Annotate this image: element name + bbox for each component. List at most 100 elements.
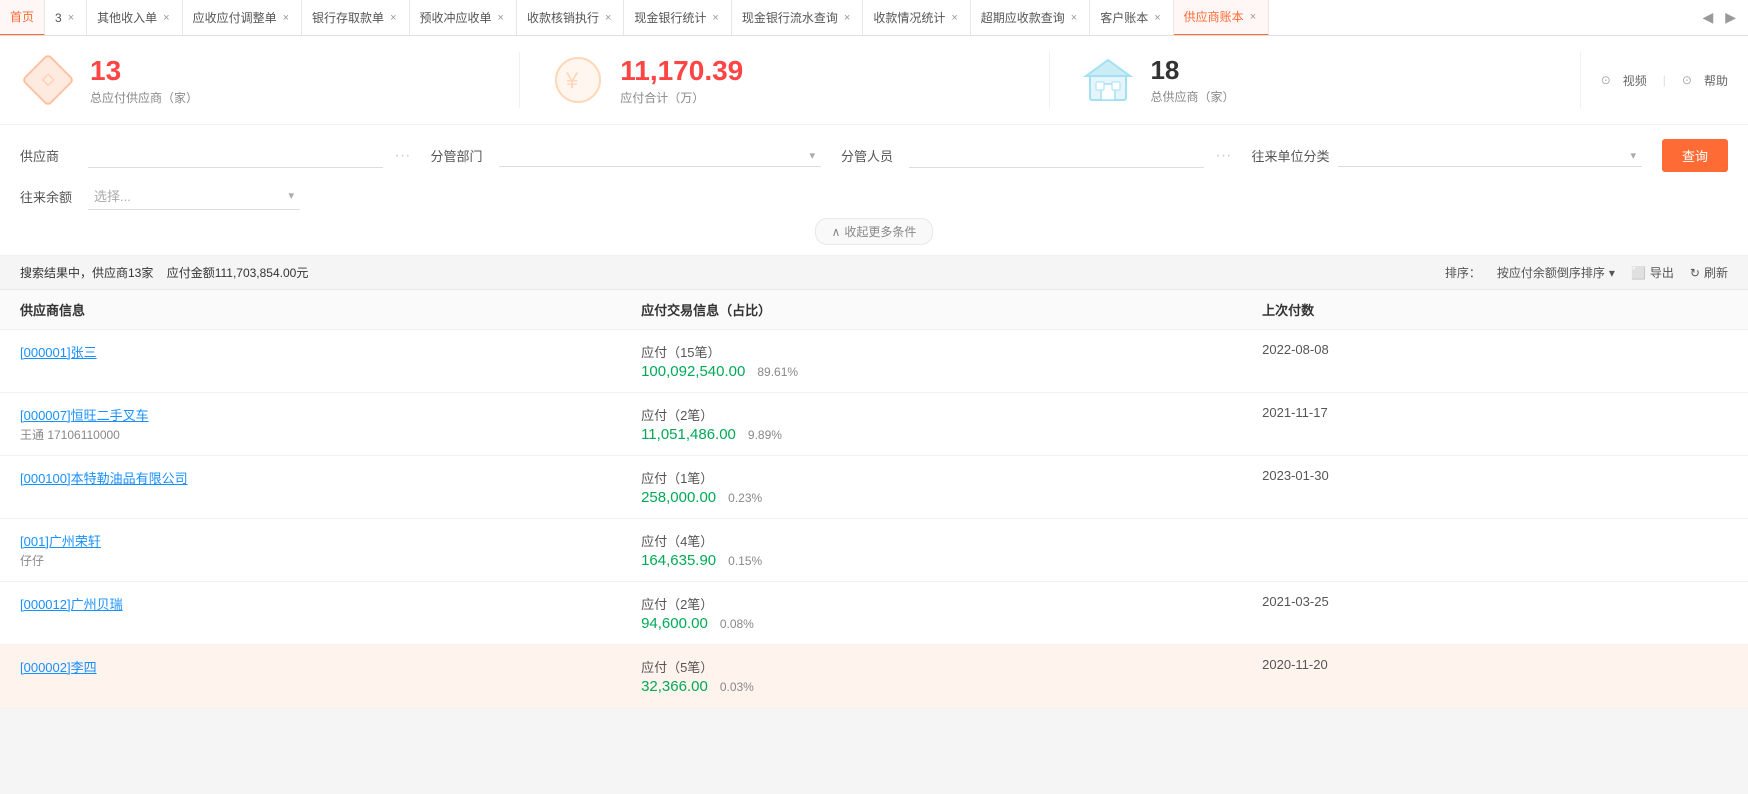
nav-tab-collection-verify[interactable]: 收款核销执行 × bbox=[517, 0, 624, 36]
close-icon[interactable]: × bbox=[281, 10, 291, 26]
supplier-link[interactable]: [000012]广州贝瑞 bbox=[20, 594, 641, 613]
close-icon[interactable]: × bbox=[496, 10, 506, 26]
pay-pct: 9.89% bbox=[748, 428, 782, 442]
person-input[interactable] bbox=[909, 144, 1204, 168]
nav-tab-cash-bank-flow[interactable]: 现金银行流水查询 × bbox=[732, 0, 863, 36]
last-pay-cell: 2022-08-08 bbox=[1262, 342, 1728, 357]
nav-tab-other-income[interactable]: 其他收入单 × bbox=[87, 0, 182, 36]
pay-amount[interactable]: 100,092,540.00 bbox=[641, 363, 745, 380]
table-row: [000100]本特勒油品有限公司 应付（1笔） 258,000.00 0.23… bbox=[0, 456, 1748, 519]
nav-tab-advance-collect-label: 预收冲应收单 bbox=[420, 9, 492, 26]
stat-total-info: 18 总供应商（家） bbox=[1150, 55, 1234, 105]
nav-left-arrow[interactable]: ◀ bbox=[1696, 5, 1719, 30]
filter-category: 往来单位分类 ▾ bbox=[1252, 145, 1643, 167]
close-icon[interactable]: × bbox=[603, 10, 613, 26]
refresh-icon: ↻ bbox=[1690, 266, 1700, 280]
table-row: [000002]李四 应付（5笔） 32,366.00 0.03% 2020-1… bbox=[0, 645, 1748, 708]
close-icon[interactable]: × bbox=[710, 10, 720, 26]
pay-info-cell: 应付（2笔） 94,600.00 0.08% bbox=[641, 594, 1262, 632]
export-icon: ⬜ bbox=[1631, 266, 1646, 280]
pay-amount[interactable]: 94,600.00 bbox=[641, 615, 708, 632]
pay-pct: 0.15% bbox=[728, 554, 762, 568]
pay-info-cell: 应付（15笔） 100,092,540.00 89.61% bbox=[641, 342, 1262, 380]
close-icon[interactable]: × bbox=[66, 10, 76, 26]
stats-header: ◇ 13 总应付供应商（家） ¥ 11,170.39 应付合计（万） bbox=[0, 36, 1748, 125]
nav-tab-ap-adjust[interactable]: 应收应付调整单 × bbox=[183, 0, 302, 36]
pay-amount[interactable]: 164,635.90 bbox=[641, 552, 716, 569]
video-link[interactable]: 视频 bbox=[1623, 72, 1647, 89]
close-icon[interactable]: × bbox=[1248, 9, 1258, 25]
nav-tab-bank-deposit[interactable]: 银行存取款单 × bbox=[302, 0, 409, 36]
close-icon[interactable]: × bbox=[1152, 10, 1162, 26]
pay-amount[interactable]: 258,000.00 bbox=[641, 489, 716, 506]
filter-person: 分管人员 ··· bbox=[841, 144, 1232, 168]
table-row: [000012]广州贝瑞 应付（2笔） 94,600.00 0.08% 2021… bbox=[0, 582, 1748, 645]
nav-tab-customer-account[interactable]: 客户账本 × bbox=[1090, 0, 1173, 36]
nav-tab-cash-bank-stats[interactable]: 现金银行统计 × bbox=[624, 0, 731, 36]
pay-label: 应付（15笔） bbox=[641, 342, 1262, 361]
nav-tab-advance-collect[interactable]: 预收冲应收单 × bbox=[410, 0, 517, 36]
export-label: 导出 bbox=[1650, 264, 1674, 281]
pay-info-cell: 应付（5笔） 32,366.00 0.03% bbox=[641, 657, 1262, 695]
supplier-link[interactable]: [000007]恒旺二手叉车 bbox=[20, 405, 641, 424]
stat-total-label: 总供应商（家） bbox=[1150, 88, 1234, 105]
last-pay-date: 2020-11-20 bbox=[1262, 657, 1328, 672]
result-text2: 应付金额111,703,854.00元 bbox=[167, 266, 309, 280]
pay-amount[interactable]: 32,366.00 bbox=[641, 678, 708, 695]
pay-label: 应付（2笔） bbox=[641, 405, 1262, 424]
supplier-link[interactable]: [000002]李四 bbox=[20, 657, 641, 676]
result-text1: 搜索结果中，供应商13家 bbox=[20, 266, 153, 280]
top-navigation: 首页 3 × 其他收入单 × 应收应付调整单 × 银行存取款单 × 预收冲应收单… bbox=[0, 0, 1748, 36]
help-link[interactable]: 帮助 bbox=[1704, 72, 1728, 89]
close-icon[interactable]: × bbox=[842, 10, 852, 26]
sort-value: 按应付余额倒序排序 bbox=[1497, 264, 1605, 281]
filter-row-1: 供应商 ··· 分管部门 ▾ 分管人员 ··· 往来单位分类 ▾ 查询 bbox=[20, 139, 1728, 172]
nav-right-arrow[interactable]: ▶ bbox=[1719, 5, 1742, 30]
last-pay-date: 2023-01-30 bbox=[1262, 468, 1329, 483]
supplier-info-cell: [000007]恒旺二手叉车 王通 17106110000 bbox=[20, 405, 641, 443]
balance-select-text: 选择... bbox=[94, 186, 288, 205]
close-icon[interactable]: × bbox=[161, 10, 171, 26]
supplier-link[interactable]: [000001]张三 bbox=[20, 342, 641, 361]
sort-select[interactable]: 按应付余额倒序排序 ▾ bbox=[1497, 264, 1615, 281]
person-more-icon[interactable]: ··· bbox=[1216, 147, 1232, 165]
nav-tab-bank-deposit-label: 银行存取款单 bbox=[312, 9, 384, 26]
supplier-more-icon[interactable]: ··· bbox=[395, 147, 411, 165]
nav-tab-collection-stats[interactable]: 收款情况统计 × bbox=[863, 0, 970, 36]
close-icon[interactable]: × bbox=[388, 10, 398, 26]
supplier-link[interactable]: [000100]本特勒油品有限公司 bbox=[20, 468, 641, 487]
dept-filter-label: 分管部门 bbox=[431, 146, 491, 165]
nav-tab-3[interactable]: 3 × bbox=[45, 0, 87, 36]
last-pay-cell: 2020-11-20 bbox=[1262, 657, 1728, 672]
last-pay-cell: 2021-11-17 bbox=[1262, 405, 1728, 420]
nav-tab-collection-verify-label: 收款核销执行 bbox=[527, 9, 599, 26]
pay-info-cell: 应付（2笔） 11,051,486.00 9.89% bbox=[641, 405, 1262, 443]
nav-tab-cash-bank-stats-label: 现金银行统计 bbox=[634, 9, 706, 26]
supplier-input[interactable] bbox=[88, 144, 383, 168]
nav-tab-home[interactable]: 首页 bbox=[0, 0, 45, 36]
col-header-supplier: 供应商信息 bbox=[20, 300, 641, 319]
balance-select[interactable]: 选择... ▾ bbox=[88, 182, 300, 210]
category-select[interactable]: ▾ bbox=[1338, 145, 1642, 167]
supplier-link[interactable]: [001]广州荣轩 bbox=[20, 531, 641, 550]
pay-row: 11,051,486.00 9.89% bbox=[641, 424, 1262, 443]
nav-tab-supplier-account[interactable]: 供应商账本 × bbox=[1174, 0, 1269, 36]
filter-dept: 分管部门 ▾ bbox=[431, 145, 822, 167]
close-icon[interactable]: × bbox=[1069, 10, 1079, 26]
stat-amount-label: 应付合计（万） bbox=[620, 89, 743, 106]
nav-tab-overdue-query[interactable]: 超期应收款查询 × bbox=[971, 0, 1090, 36]
dept-select[interactable]: ▾ bbox=[499, 145, 822, 167]
refresh-button[interactable]: ↻ 刷新 bbox=[1690, 264, 1728, 281]
search-button[interactable]: 查询 bbox=[1662, 139, 1728, 172]
filter-area: 供应商 ··· 分管部门 ▾ 分管人员 ··· 往来单位分类 ▾ 查询 往来 bbox=[0, 125, 1748, 256]
supplier-icon: ◇ bbox=[20, 52, 76, 108]
collapse-button[interactable]: ∧ 收起更多条件 bbox=[815, 218, 934, 245]
pay-pct: 0.03% bbox=[720, 680, 754, 694]
pay-amount[interactable]: 11,051,486.00 bbox=[641, 426, 736, 443]
export-button[interactable]: ⬜ 导出 bbox=[1631, 264, 1674, 281]
pay-pct: 0.08% bbox=[720, 617, 754, 631]
nav-tab-ap-adjust-label: 应收应付调整单 bbox=[193, 9, 277, 26]
sort-dropdown-icon: ▾ bbox=[1609, 266, 1615, 280]
close-icon[interactable]: × bbox=[949, 10, 959, 26]
pay-row: 32,366.00 0.03% bbox=[641, 676, 1262, 695]
